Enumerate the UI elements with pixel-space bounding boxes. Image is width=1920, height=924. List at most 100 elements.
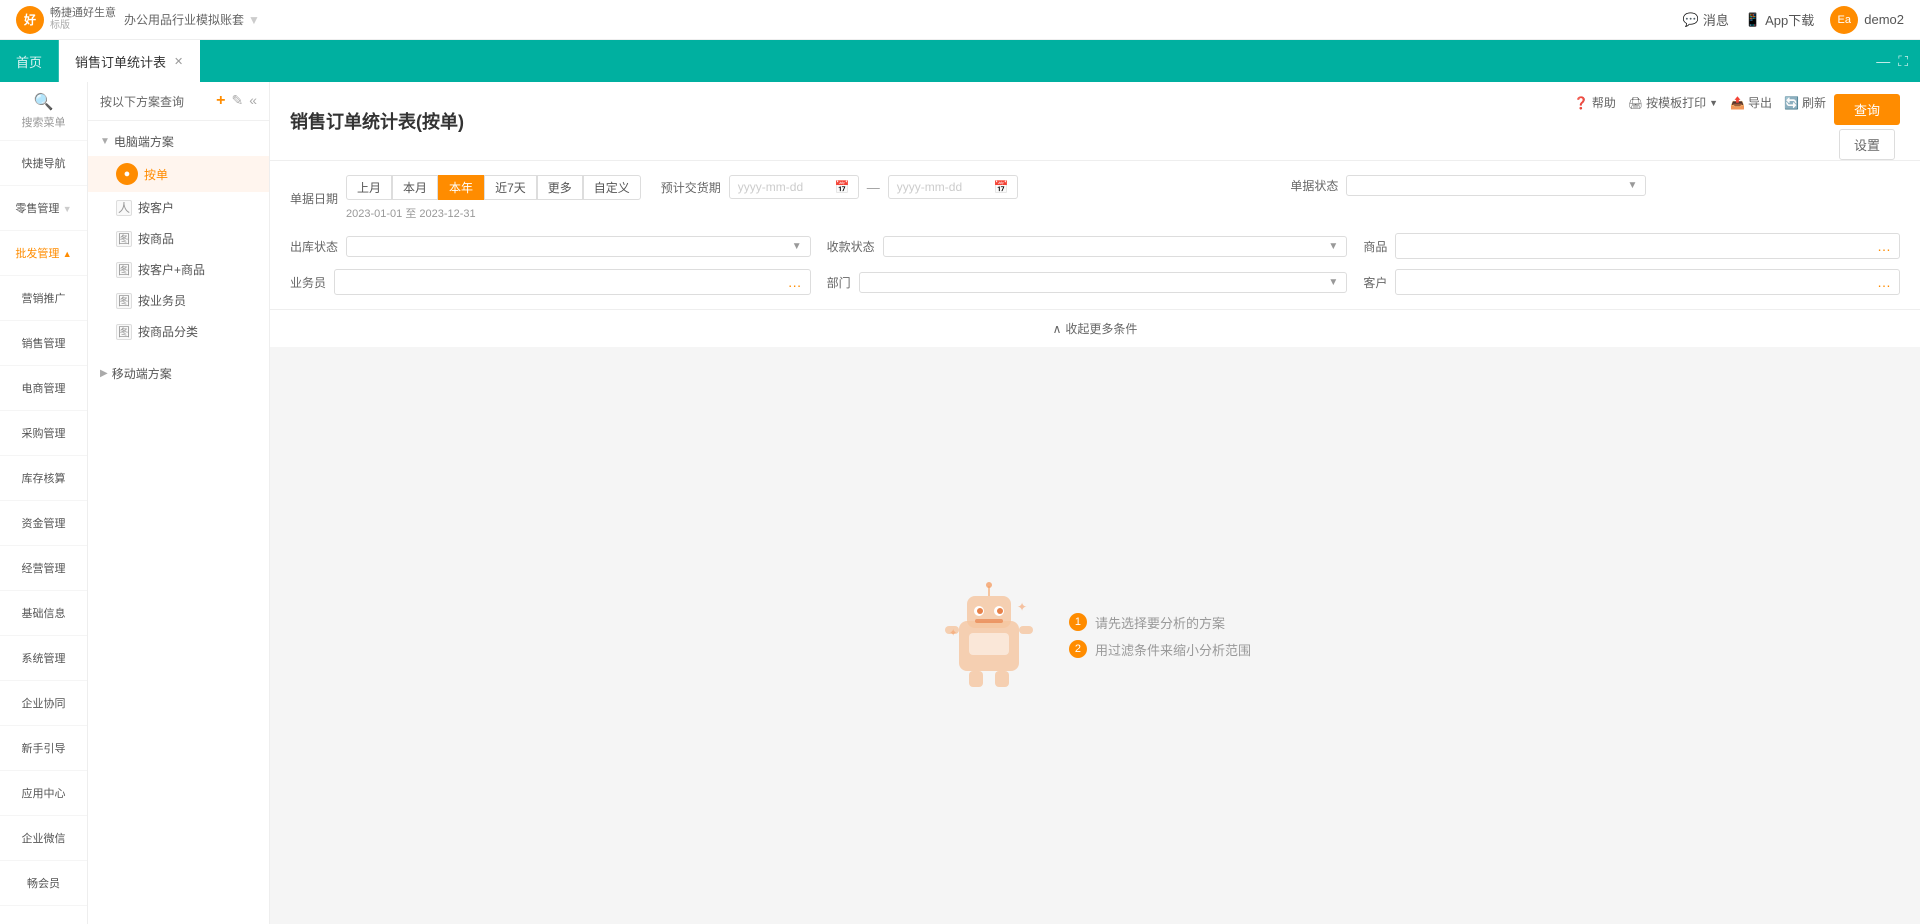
sidebar-item-inventory[interactable]: 库存核算 (0, 456, 87, 501)
sidebar-item-app-center[interactable]: 应用中心 (0, 771, 87, 816)
messages-btn[interactable]: 💬 消息 (1683, 10, 1729, 29)
tree-child-by-salesperson[interactable]: 图 按业务员 (88, 285, 269, 316)
filter-row-3: 业务员 … 部门 ▼ 客户 (290, 269, 1900, 295)
help-icon: ❓ (1574, 96, 1589, 110)
help-btn[interactable]: ❓ 帮助 (1574, 94, 1616, 111)
shipment-status-select[interactable]: ▼ (346, 236, 811, 257)
sidebar-item-newbie[interactable]: 新手引导 (0, 726, 87, 771)
edit-scheme-btn[interactable]: ✎ (231, 92, 243, 110)
empty-hints: 1 请先选择要分析的方案 2 用过滤条件来缩小分析范围 (1069, 613, 1251, 659)
refresh-btn[interactable]: 🔄 刷新 (1784, 94, 1826, 111)
tab-maximize-icon[interactable]: ⛶ (1898, 53, 1908, 70)
sidebar-item-wholesale[interactable]: 批发管理 ▲ (0, 231, 87, 276)
app-download-btn[interactable]: 📱 App下载 (1745, 10, 1814, 29)
sidebar-item-ecommerce[interactable]: 电商管理 (0, 366, 87, 411)
sidebar-item-basic[interactable]: 基础信息 (0, 591, 87, 636)
tree-parent-desktop[interactable]: ▼ 电脑端方案 (88, 127, 269, 156)
customer-product-icon: 图 (116, 262, 132, 278)
sidebar-item-system[interactable]: 系统管理 (0, 636, 87, 681)
date-btn-this-month[interactable]: 本月 (392, 175, 438, 200)
avatar: Ea (1830, 6, 1858, 34)
user-area[interactable]: Ea demo2 (1830, 6, 1904, 34)
expected-date-end[interactable]: yyyy-mm-dd 📅 (888, 175, 1018, 199)
svg-text:✦: ✦ (949, 628, 957, 639)
department-group: 部门 ▼ (827, 269, 1364, 295)
salesperson-icon: 图 (116, 293, 132, 309)
order-status-group: 单据状态 ▼ (1290, 175, 1900, 196)
expected-date-start[interactable]: yyyy-mm-dd 📅 (729, 175, 859, 199)
tab-minimize-icon[interactable]: — (1876, 53, 1890, 69)
top-bar: 好 畅捷通好生意 标版 办公用品行业模拟账套 ▼ 💬 消息 📱 App下载 Ea… (0, 0, 1920, 40)
sidebar-item-vip[interactable]: 畅会员 (0, 861, 87, 906)
sidebar: 🔍 搜索菜单 快捷导航 零售管理 ▼ 批发管理 ▲ 营销推广 销售管理 电商管理… (0, 82, 88, 924)
sidebar-item-enterprise[interactable]: 企业协同 (0, 681, 87, 726)
tab-bar-right: — ⛶ (1876, 53, 1920, 70)
sidebar-item-retail[interactable]: 零售管理 ▼ (0, 186, 87, 231)
page-title: 销售订单统计表(按单) (290, 108, 464, 146)
collapse-panel-btn[interactable]: « (249, 92, 257, 110)
sidebar-item-quick-nav[interactable]: 快捷导航 (0, 141, 87, 186)
export-icon: 📤 (1730, 96, 1745, 110)
action-buttons: 查询 设置 (1834, 94, 1900, 160)
payment-status-select[interactable]: ▼ (883, 236, 1348, 257)
tab-sales-order-stats[interactable]: 销售订单统计表 ✕ (59, 40, 200, 82)
logo-area: 好 畅捷通好生意 标版 (16, 6, 116, 34)
tree-parent-mobile[interactable]: ▶ 移动端方案 (88, 359, 269, 388)
collapse-bar[interactable]: ∧ 收起更多条件 (270, 309, 1920, 347)
tab-close-icon[interactable]: ✕ (174, 55, 183, 68)
logo-icon: 好 (16, 6, 44, 34)
customer-select[interactable]: … (1395, 269, 1900, 295)
date-btn-last-month[interactable]: 上月 (346, 175, 392, 200)
settings-button[interactable]: 设置 (1839, 129, 1895, 160)
sidebar-item-finance[interactable]: 资金管理 (0, 501, 87, 546)
sidebar-item-operations[interactable]: 经营管理 (0, 546, 87, 591)
date-btn-last-7[interactable]: 近7天 (484, 175, 537, 200)
date-btn-this-year[interactable]: 本年 (438, 175, 484, 200)
tree-child-by-customer-product[interactable]: 图 按客户+商品 (88, 254, 269, 285)
sidebar-item-purchase[interactable]: 采购管理 (0, 411, 87, 456)
phone-icon: 📱 (1745, 12, 1761, 28)
product-select[interactable]: … (1395, 233, 1900, 259)
add-scheme-btn[interactable]: + (216, 92, 225, 110)
shipment-status-arrow: ▼ (792, 241, 802, 252)
empty-robot-icon: ✦ ✦ (939, 581, 1039, 691)
order-status-select[interactable]: ▼ (1346, 175, 1646, 196)
shipment-status-label: 出库状态 (290, 238, 338, 255)
empty-state: ✦ ✦ 1 请先选择要分析的方案 2 用过滤条件来缩小分析范围 (270, 347, 1920, 924)
refresh-icon: 🔄 (1784, 96, 1799, 110)
customer-group: 客户 … (1363, 269, 1900, 295)
sidebar-item-sales[interactable]: 销售管理 (0, 321, 87, 366)
sidebar-item-search[interactable]: 🔍 搜索菜单 (0, 82, 87, 141)
cal-start-icon: 📅 (835, 180, 850, 194)
query-button[interactable]: 查询 (1834, 94, 1900, 125)
tree-parent-label: 电脑端方案 (114, 133, 174, 150)
date-btn-more[interactable]: 更多 (537, 175, 583, 200)
date-btn-custom[interactable]: 自定义 (583, 175, 641, 200)
filter-area: 单据日期 上月 本月 本年 近7天 更多 自定义 2023-01-01 至 20… (270, 161, 1920, 309)
print-btn[interactable]: 🖨 按模板打印 ▼ (1628, 94, 1718, 111)
tab-home[interactable]: 首页 (0, 40, 59, 82)
message-icon: 💬 (1683, 12, 1699, 28)
tree-child-by-product-category[interactable]: 图 按商品分类 (88, 316, 269, 347)
left-panel-actions: + ✎ « (216, 92, 257, 110)
customer-label: 客户 (1363, 274, 1387, 291)
tree-child-by-order[interactable]: ● 按单 (88, 156, 269, 192)
right-main: 销售订单统计表(按单) ❓ 帮助 🖨 按模板打印 ▼ 📤 (270, 82, 1920, 924)
salesperson-select[interactable]: … (334, 269, 811, 295)
sidebar-item-enterprise-wechat[interactable]: 企业微信 (0, 816, 87, 861)
salesperson-label: 业务员 (290, 274, 326, 291)
left-panel: 按以下方案查询 + ✎ « ▼ 电脑端方案 ● 按单 (88, 82, 270, 924)
expected-date-label: 预计交货期 (661, 179, 721, 196)
tree-child-by-product[interactable]: 图 按商品 (88, 223, 269, 254)
left-panel-header: 按以下方案查询 + ✎ « (88, 82, 269, 121)
salesperson-ellipsis[interactable]: … (788, 274, 802, 290)
page-actions: ❓ 帮助 🖨 按模板打印 ▼ 📤 导出 🔄 (1574, 94, 1826, 123)
tab-bar: 首页 销售订单统计表 ✕ — ⛶ (0, 40, 1920, 82)
department-select[interactable]: ▼ (859, 272, 1348, 293)
sidebar-item-marketing[interactable]: 营销推广 (0, 276, 87, 321)
product-ellipsis[interactable]: … (1877, 238, 1891, 254)
customer-ellipsis[interactable]: … (1877, 274, 1891, 290)
product-group: 商品 … (1363, 233, 1900, 259)
tree-child-by-customer[interactable]: 人 按客户 (88, 192, 269, 223)
export-btn[interactable]: 📤 导出 (1730, 94, 1772, 111)
